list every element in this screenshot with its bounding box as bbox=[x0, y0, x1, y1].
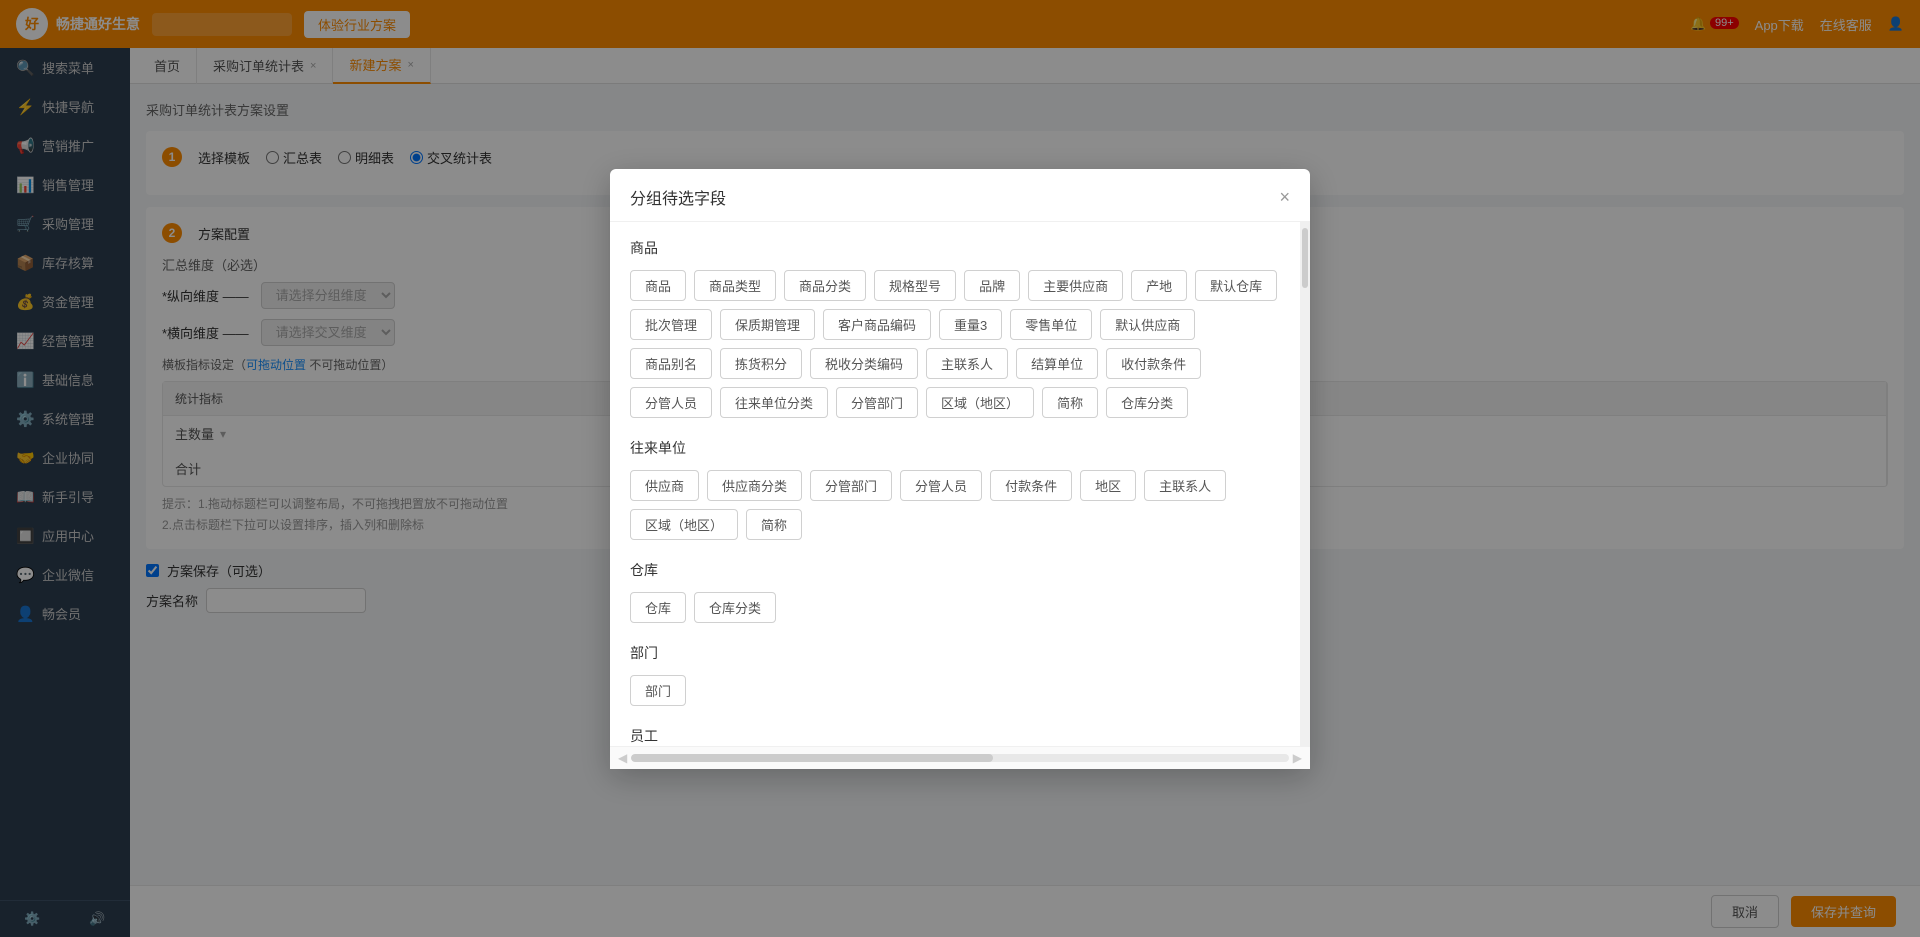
tag-short-name[interactable]: 简称 bbox=[1042, 387, 1098, 418]
tag-origin[interactable]: 产地 bbox=[1131, 270, 1187, 301]
tag-product-type[interactable]: 商品类型 bbox=[694, 270, 776, 301]
modal-body[interactable]: 商品 商品 商品类型 商品分类 规格型号 品牌 主要供应商 产地 默认仓库 批次… bbox=[610, 222, 1300, 746]
modal-header: 分组待选字段 × bbox=[610, 169, 1310, 222]
tag-main-contact2[interactable]: 主联系人 bbox=[1144, 470, 1226, 501]
tag-manage-person[interactable]: 分管人员 bbox=[900, 470, 982, 501]
tag-product-category[interactable]: 商品分类 bbox=[784, 270, 866, 301]
tag-counterparty-category[interactable]: 往来单位分类 bbox=[720, 387, 828, 418]
tag-warehouse-cat[interactable]: 仓库分类 bbox=[694, 592, 776, 623]
section-department-tags: 部门 bbox=[630, 675, 1280, 706]
tag-manage-dept[interactable]: 分管部门 bbox=[810, 470, 892, 501]
tag-brand[interactable]: 品牌 bbox=[964, 270, 1020, 301]
modal-hscroll-row: ◀ ▶ bbox=[610, 746, 1310, 769]
tag-settlement-unit[interactable]: 结算单位 bbox=[1016, 348, 1098, 379]
tag-region2[interactable]: 区域（地区） bbox=[630, 509, 738, 540]
modal-dialog: 分组待选字段 × 商品 商品 商品类型 商品分类 规格型号 品牌 主要供应商 产… bbox=[610, 169, 1310, 769]
tag-batch-mgmt[interactable]: 批次管理 bbox=[630, 309, 712, 340]
section-product: 商品 商品 商品类型 商品分类 规格型号 品牌 主要供应商 产地 默认仓库 批次… bbox=[630, 238, 1280, 418]
section-employee-title: 员工 bbox=[630, 726, 1280, 746]
modal-overlay: 分组待选字段 × 商品 商品 商品类型 商品分类 规格型号 品牌 主要供应商 产… bbox=[0, 0, 1920, 937]
section-warehouse-title: 仓库 bbox=[630, 560, 1280, 580]
tag-spec-model[interactable]: 规格型号 bbox=[874, 270, 956, 301]
tag-default-supplier[interactable]: 默认供应商 bbox=[1100, 309, 1195, 340]
hscroll-thumb bbox=[631, 754, 993, 762]
tag-product[interactable]: 商品 bbox=[630, 270, 686, 301]
tag-area[interactable]: 地区 bbox=[1080, 470, 1136, 501]
tag-main-contact[interactable]: 主联系人 bbox=[926, 348, 1008, 379]
section-counterparty: 往来单位 供应商 供应商分类 分管部门 分管人员 付款条件 地区 主联系人 区域… bbox=[630, 438, 1280, 540]
tag-default-warehouse[interactable]: 默认仓库 bbox=[1195, 270, 1277, 301]
modal-vscroll[interactable] bbox=[1300, 222, 1310, 746]
tag-pick-score[interactable]: 拣货积分 bbox=[720, 348, 802, 379]
hscroll-track[interactable] bbox=[631, 754, 1289, 762]
tag-short-name2[interactable]: 简称 bbox=[746, 509, 802, 540]
tag-region[interactable]: 区域（地区） bbox=[926, 387, 1034, 418]
tag-payment-terms[interactable]: 收付款条件 bbox=[1106, 348, 1201, 379]
hscroll-left-arrow[interactable]: ◀ bbox=[618, 751, 627, 765]
section-department: 部门 部门 bbox=[630, 643, 1280, 706]
tag-retail-unit[interactable]: 零售单位 bbox=[1010, 309, 1092, 340]
modal-title: 分组待选字段 bbox=[630, 185, 726, 209]
modal-close-button[interactable]: × bbox=[1279, 188, 1290, 206]
tag-manager[interactable]: 分管人员 bbox=[630, 387, 712, 418]
tag-warehouse[interactable]: 仓库 bbox=[630, 592, 686, 623]
tag-expiry-mgmt[interactable]: 保质期管理 bbox=[720, 309, 815, 340]
section-product-tags: 商品 商品类型 商品分类 规格型号 品牌 主要供应商 产地 默认仓库 批次管理 … bbox=[630, 270, 1280, 418]
modal-vscroll-thumb bbox=[1302, 228, 1308, 288]
tag-supplier-category[interactable]: 供应商分类 bbox=[707, 470, 802, 501]
tag-main-supplier[interactable]: 主要供应商 bbox=[1028, 270, 1123, 301]
tag-warehouse-category[interactable]: 仓库分类 bbox=[1106, 387, 1188, 418]
tag-supplier[interactable]: 供应商 bbox=[630, 470, 699, 501]
tag-payment-condition[interactable]: 付款条件 bbox=[990, 470, 1072, 501]
section-counterparty-title: 往来单位 bbox=[630, 438, 1280, 458]
section-warehouse: 仓库 仓库 仓库分类 bbox=[630, 560, 1280, 623]
section-counterparty-tags: 供应商 供应商分类 分管部门 分管人员 付款条件 地区 主联系人 区域（地区） … bbox=[630, 470, 1280, 540]
tag-dept[interactable]: 分管部门 bbox=[836, 387, 918, 418]
section-department-title: 部门 bbox=[630, 643, 1280, 663]
section-employee: 员工 业务员 bbox=[630, 726, 1280, 746]
tag-department[interactable]: 部门 bbox=[630, 675, 686, 706]
tag-product-alias[interactable]: 商品别名 bbox=[630, 348, 712, 379]
section-product-title: 商品 bbox=[630, 238, 1280, 258]
section-warehouse-tags: 仓库 仓库分类 bbox=[630, 592, 1280, 623]
tag-tax-code[interactable]: 税收分类编码 bbox=[810, 348, 918, 379]
tag-customer-product-code[interactable]: 客户商品编码 bbox=[823, 309, 931, 340]
tag-weight3[interactable]: 重量3 bbox=[939, 309, 1002, 340]
hscroll-right-arrow[interactable]: ▶ bbox=[1293, 751, 1302, 765]
modal-layout: 商品 商品 商品类型 商品分类 规格型号 品牌 主要供应商 产地 默认仓库 批次… bbox=[610, 222, 1310, 746]
